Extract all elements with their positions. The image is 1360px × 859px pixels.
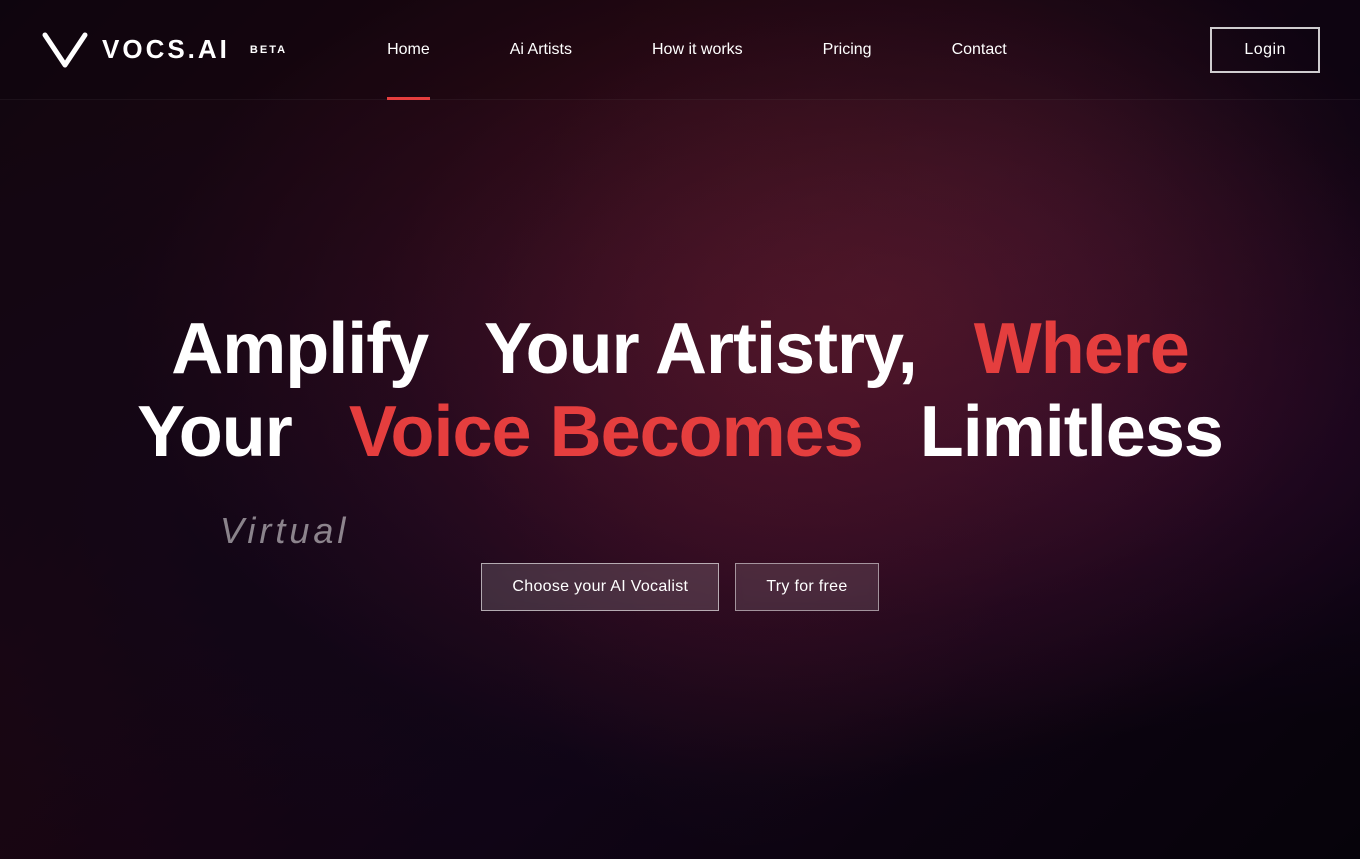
limitless-text: Limitless: [920, 392, 1223, 472]
nav-pricing[interactable]: Pricing: [783, 0, 912, 100]
hero-content: Amplify Your Artistry, Where Your Voice …: [0, 0, 1360, 859]
voice-becomes-text: Voice Becomes: [349, 392, 863, 472]
headline-line-2: Your Voice Becomes Limitless: [137, 391, 1223, 474]
nav-right: Login: [1210, 27, 1320, 73]
nav-ai-artists[interactable]: Ai Artists: [470, 0, 612, 100]
cta-buttons: Choose your AI Vocalist Try for free: [481, 563, 878, 611]
headline-line-1: Amplify Your Artistry, Where: [137, 308, 1223, 391]
try-free-button[interactable]: Try for free: [735, 563, 878, 611]
logo-area: VOCS.AI BETA: [40, 25, 287, 75]
your-artistry-text: Your Artistry,: [484, 309, 917, 389]
nav-links: Home Ai Artists How it works Pricing Con…: [347, 0, 1210, 100]
login-button[interactable]: Login: [1210, 27, 1320, 73]
hero-headline: Amplify Your Artistry, Where Your Voice …: [137, 308, 1223, 474]
hero-section: VOCS.AI BETA Home Ai Artists How it work…: [0, 0, 1360, 859]
navbar: VOCS.AI BETA Home Ai Artists How it work…: [0, 0, 1360, 100]
where-text: Where: [974, 309, 1189, 389]
logo-icon: [40, 25, 90, 75]
nav-contact[interactable]: Contact: [912, 0, 1047, 100]
beta-badge: BETA: [250, 44, 287, 56]
amplify-text: Amplify: [171, 309, 428, 389]
nav-home[interactable]: Home: [347, 0, 470, 100]
logo-text: VOCS.AI: [102, 34, 230, 65]
choose-vocalist-button[interactable]: Choose your AI Vocalist: [481, 563, 719, 611]
your-text: Your: [137, 392, 292, 472]
nav-how-it-works[interactable]: How it works: [612, 0, 783, 100]
